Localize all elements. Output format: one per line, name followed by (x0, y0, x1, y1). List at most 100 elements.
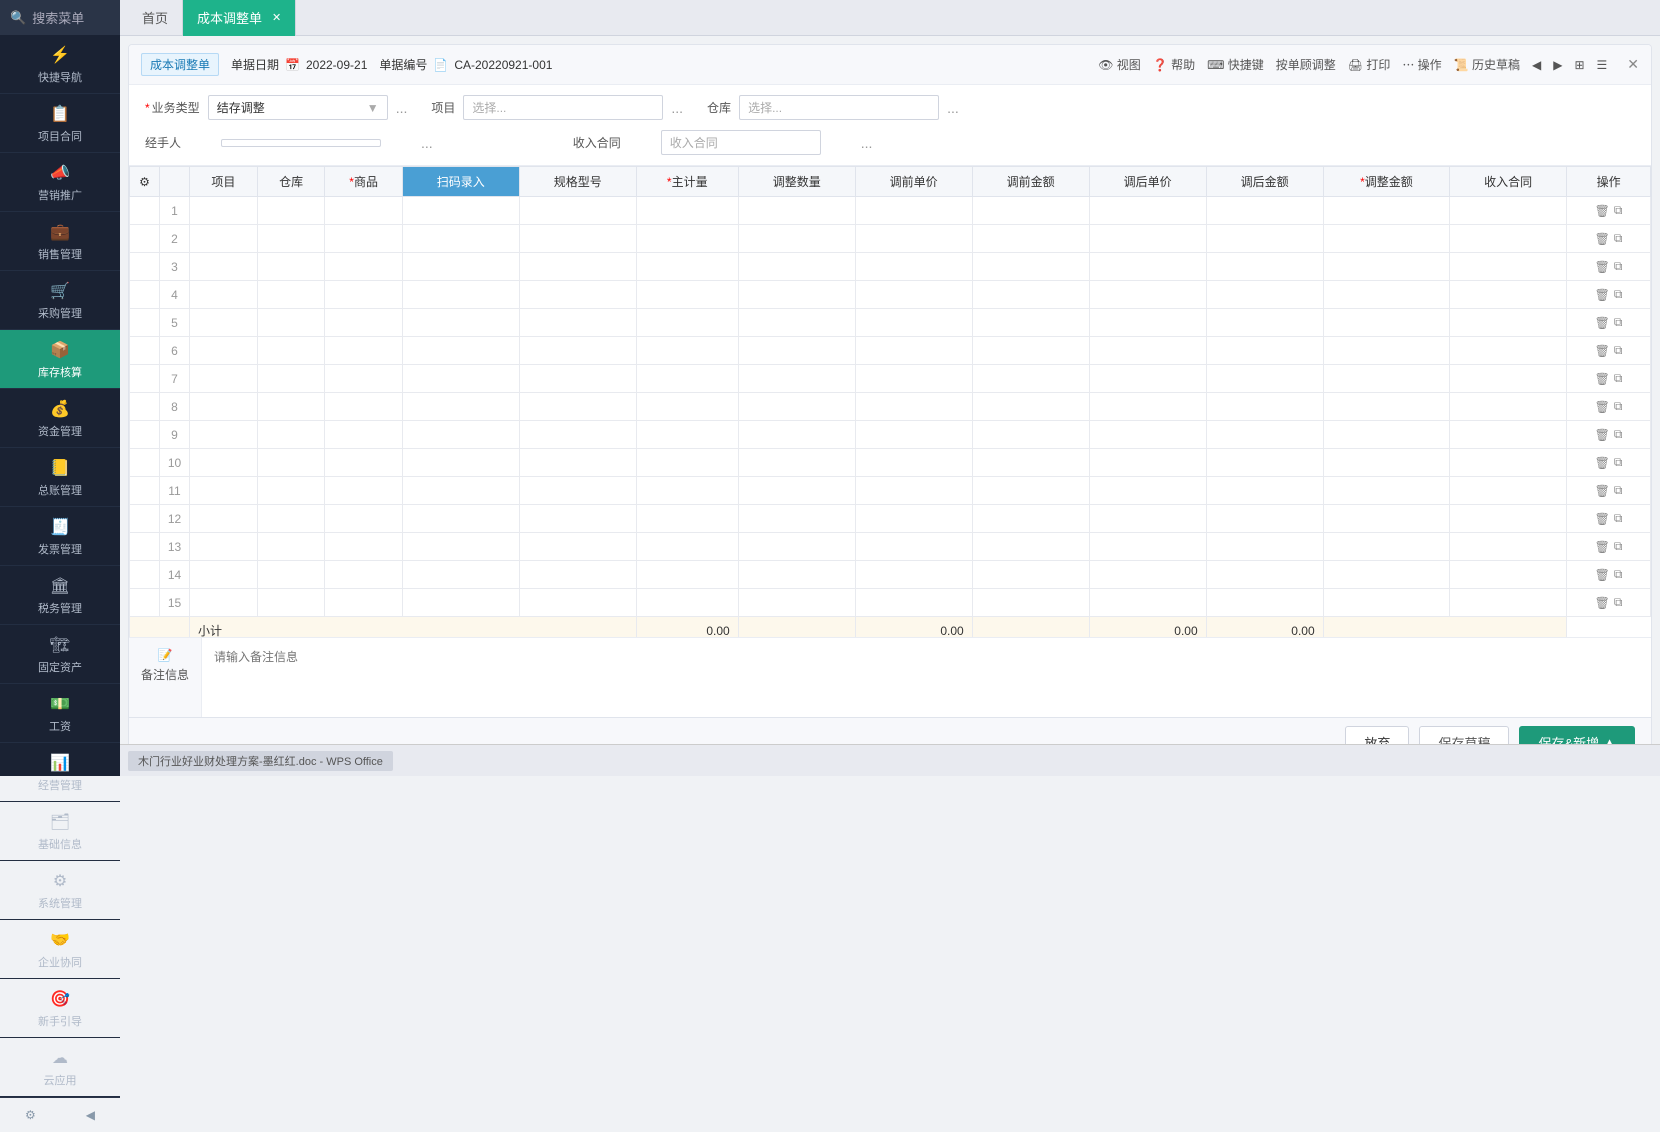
row-delete-icon[interactable]: 🗑 (1595, 456, 1610, 470)
row-copy-icon[interactable]: ⧉ (1614, 231, 1623, 246)
row-post-price-cell[interactable] (1089, 225, 1206, 253)
list-view-btn[interactable]: ☰ (1597, 58, 1608, 72)
row-delete-icon[interactable]: 🗑 (1595, 344, 1610, 358)
row-delete-icon[interactable]: 🗑 (1595, 288, 1610, 302)
col-header-pre-price[interactable]: 调前单价 (855, 167, 972, 197)
row-spec-cell[interactable] (519, 225, 636, 253)
row-spec-cell[interactable] (519, 309, 636, 337)
row-post-amount-cell[interactable] (1206, 365, 1323, 393)
row-pre-amount-cell[interactable] (972, 393, 1089, 421)
row-main-unit-cell[interactable] (636, 561, 738, 589)
row-income-contract-cell[interactable] (1450, 561, 1567, 589)
row-scan-cell[interactable] (402, 337, 519, 365)
row-spec-cell[interactable] (519, 589, 636, 617)
row-project-cell[interactable] (190, 337, 258, 365)
row-spec-cell[interactable] (519, 365, 636, 393)
row-main-unit-cell[interactable] (636, 477, 738, 505)
row-adjust-amount-cell[interactable] (1323, 253, 1450, 281)
row-post-price-cell[interactable] (1089, 505, 1206, 533)
row-project-cell[interactable] (190, 393, 258, 421)
row-adjust-amount-cell[interactable] (1323, 393, 1450, 421)
row-post-amount-cell[interactable] (1206, 309, 1323, 337)
sidebar-item-sys-config[interactable]: ⚙ 系统管理 (0, 861, 120, 920)
row-warehouse-cell[interactable] (257, 281, 325, 309)
row-spec-cell[interactable] (519, 449, 636, 477)
row-delete-icon[interactable]: 🗑 (1595, 596, 1610, 610)
row-post-price-cell[interactable] (1089, 393, 1206, 421)
row-product-cell[interactable] (325, 253, 402, 281)
nav-next-btn[interactable]: ▶ (1553, 58, 1562, 72)
row-pre-amount-cell[interactable] (972, 225, 1089, 253)
row-post-price-cell[interactable] (1089, 589, 1206, 617)
row-warehouse-cell[interactable] (257, 505, 325, 533)
row-pre-amount-cell[interactable] (972, 197, 1089, 225)
row-adjust-qty-cell[interactable] (738, 533, 855, 561)
row-delete-icon[interactable]: 🗑 (1595, 232, 1610, 246)
row-pre-amount-cell[interactable] (972, 309, 1089, 337)
row-delete-icon[interactable]: 🗑 (1595, 568, 1610, 582)
search-menu[interactable]: 🔍 搜索菜单 (0, 0, 120, 35)
row-adjust-qty-cell[interactable] (738, 561, 855, 589)
row-product-cell[interactable] (325, 197, 402, 225)
row-project-cell[interactable] (190, 505, 258, 533)
row-warehouse-cell[interactable] (257, 589, 325, 617)
row-adjust-qty-cell[interactable] (738, 365, 855, 393)
help-action[interactable]: ❓ 帮助 (1153, 56, 1195, 73)
col-header-adjust-amount[interactable]: *调整金额 (1323, 167, 1450, 197)
row-adjust-qty-cell[interactable] (738, 589, 855, 617)
row-copy-icon[interactable]: ⧉ (1614, 567, 1623, 582)
row-delete-icon[interactable]: 🗑 (1595, 372, 1610, 386)
row-income-contract-cell[interactable] (1450, 449, 1567, 477)
row-delete-icon[interactable]: 🗑 (1595, 512, 1610, 526)
row-spec-cell[interactable] (519, 337, 636, 365)
sidebar-item-sales-mgmt[interactable]: 💼 销售管理 (0, 212, 120, 271)
row-pre-amount-cell[interactable] (972, 505, 1089, 533)
row-adjust-amount-cell[interactable] (1323, 477, 1450, 505)
row-adjust-qty-cell[interactable] (738, 449, 855, 477)
sidebar-item-ledger-mgmt[interactable]: 📒 总账管理 (0, 448, 120, 507)
row-income-contract-cell[interactable] (1450, 337, 1567, 365)
row-post-price-cell[interactable] (1089, 281, 1206, 309)
row-main-unit-cell[interactable] (636, 253, 738, 281)
row-spec-cell[interactable] (519, 197, 636, 225)
col-header-post-price[interactable]: 调后单价 (1089, 167, 1206, 197)
sidebar-item-ops-mgmt[interactable]: 📊 经营管理 (0, 743, 120, 802)
row-post-amount-cell[interactable] (1206, 477, 1323, 505)
row-adjust-amount-cell[interactable] (1323, 533, 1450, 561)
row-delete-icon[interactable]: 🗑 (1595, 540, 1610, 554)
row-warehouse-cell[interactable] (257, 337, 325, 365)
row-product-cell[interactable] (325, 561, 402, 589)
sidebar-item-purchase-mgmt[interactable]: 🛒 采购管理 (0, 271, 120, 330)
row-main-unit-cell[interactable] (636, 393, 738, 421)
row-income-contract-cell[interactable] (1450, 477, 1567, 505)
sidebar-item-payroll[interactable]: 💵 工资 (0, 684, 120, 743)
row-copy-icon[interactable]: ⧉ (1614, 399, 1623, 414)
row-post-price-cell[interactable] (1089, 533, 1206, 561)
row-project-cell[interactable] (190, 197, 258, 225)
row-spec-cell[interactable] (519, 533, 636, 561)
row-post-amount-cell[interactable] (1206, 393, 1323, 421)
row-main-unit-cell[interactable] (636, 449, 738, 477)
row-product-cell[interactable] (325, 281, 402, 309)
col-header-pre-amount[interactable]: 调前金额 (972, 167, 1089, 197)
row-pre-amount-cell[interactable] (972, 421, 1089, 449)
row-adjust-qty-cell[interactable] (738, 477, 855, 505)
row-copy-icon[interactable]: ⧉ (1614, 539, 1623, 554)
row-adjust-amount-cell[interactable] (1323, 281, 1450, 309)
row-post-amount-cell[interactable] (1206, 197, 1323, 225)
sidebar-item-sales-promotion[interactable]: 📣 营销推广 (0, 153, 120, 212)
row-main-unit-cell[interactable] (636, 281, 738, 309)
row-post-price-cell[interactable] (1089, 561, 1206, 589)
row-post-amount-cell[interactable] (1206, 281, 1323, 309)
row-project-cell[interactable] (190, 365, 258, 393)
row-adjust-qty-cell[interactable] (738, 505, 855, 533)
close-panel-btn[interactable]: ✕ (1627, 56, 1639, 73)
sidebar-item-quick-nav[interactable]: ⚡ 快捷导航 (0, 35, 120, 94)
project-input[interactable]: 选择... (463, 95, 663, 120)
row-post-amount-cell[interactable] (1206, 589, 1323, 617)
tab-close-icon[interactable]: ✕ (272, 11, 281, 24)
row-pre-price-cell[interactable] (855, 253, 972, 281)
sidebar-item-project-contract[interactable]: 📋 项目合同 (0, 94, 120, 153)
nav-prev-btn[interactable]: ◀ (1532, 58, 1541, 72)
row-adjust-amount-cell[interactable] (1323, 197, 1450, 225)
